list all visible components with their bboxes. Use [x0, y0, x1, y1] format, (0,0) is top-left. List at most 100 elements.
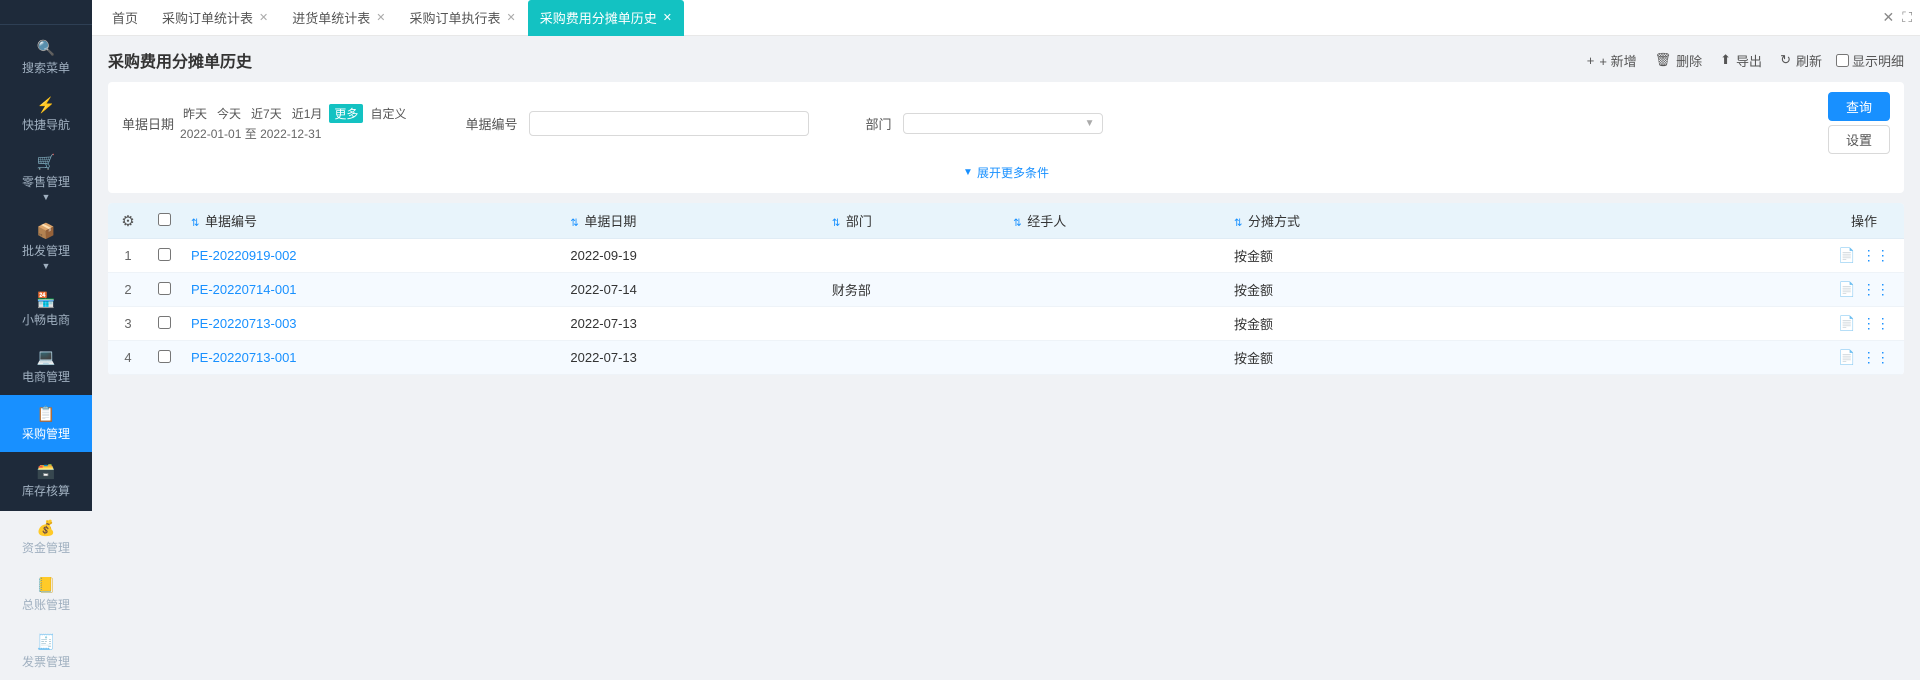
expand-more-btn[interactable]: ▼ 展开更多条件 — [122, 162, 1890, 183]
row-checkbox[interactable] — [158, 316, 171, 329]
tab-purchase-cost-history[interactable]: 采购费用分摊单历史 ✕ — [528, 0, 684, 36]
row-order-no: PE-20220919-002 — [181, 239, 560, 273]
row-checkbox-cell[interactable] — [148, 341, 181, 375]
row-order-no: PE-20220713-003 — [181, 307, 560, 341]
order-no-link[interactable]: PE-20220714-001 — [191, 282, 297, 297]
row-date: 2022-07-13 — [560, 307, 821, 341]
maximize-icon[interactable]: ⛶ — [1902, 9, 1912, 26]
invoice-icon: 🧾 — [37, 633, 56, 651]
row-num: 4 — [108, 341, 148, 375]
more-icon[interactable]: ⋮⋮ — [1862, 349, 1890, 366]
settings-col-icon[interactable]: ⚙ — [121, 213, 134, 230]
chevron-down-icon: ▼ — [1085, 118, 1095, 129]
row-order-no: PE-20220713-001 — [181, 341, 560, 375]
sidebar-item-mini-shop[interactable]: 🏪 小畅电商 — [0, 281, 92, 338]
tab-close-icon[interactable]: ✕ — [259, 11, 268, 24]
date-shortcuts: 昨天 今天 近7天 近1月 更多 自定义 — [180, 104, 409, 123]
col-split-method: ⇅ 分摊方式 — [1224, 203, 1824, 239]
row-date: 2022-09-19 — [560, 239, 821, 273]
row-checkbox-cell[interactable] — [148, 273, 181, 307]
sidebar-item-ledger[interactable]: 📒 总账管理 — [0, 566, 92, 623]
shortcut-yesterday[interactable]: 昨天 — [180, 104, 210, 123]
sidebar-item-retail[interactable]: 🛒 零售管理 ▼ — [0, 143, 92, 212]
tab-close-icon[interactable]: ✕ — [376, 11, 385, 24]
order-no-input[interactable] — [529, 111, 809, 136]
shortcut-more[interactable]: 更多 — [329, 104, 363, 123]
sort-icon: ⇅ — [570, 218, 578, 229]
more-icon[interactable]: ⋮⋮ — [1862, 315, 1890, 332]
sidebar-item-label: 快捷导航 — [22, 116, 70, 133]
tab-label: 采购订单统计表 — [162, 8, 253, 27]
sidebar-item-ecommerce[interactable]: 💻 电商管理 — [0, 338, 92, 395]
settings-button[interactable]: 设置 — [1828, 125, 1890, 154]
row-handler — [1003, 341, 1224, 375]
col-dept: ⇅ 部门 — [822, 203, 1003, 239]
tab-close-icon[interactable]: ✕ — [663, 11, 672, 24]
col-order-no-label: 单据编号 — [205, 214, 257, 229]
row-checkbox[interactable] — [158, 248, 171, 261]
col-handler-label: 经手人 — [1027, 214, 1066, 229]
tab-home[interactable]: 首页 — [100, 0, 150, 36]
sidebar-item-label: 零售管理 — [22, 173, 70, 190]
sidebar-item-purchase[interactable]: 📋 采购管理 — [0, 395, 92, 452]
sidebar-item-inventory[interactable]: 🗃️ 库存核算 — [0, 452, 92, 509]
view-icon[interactable]: 📄 — [1838, 247, 1855, 264]
order-no-link[interactable]: PE-20220713-003 — [191, 316, 297, 331]
shortcut-7days[interactable]: 近7天 — [248, 104, 285, 123]
page-title: 采购费用分摊单历史 — [108, 48, 252, 72]
delete-icon: 🗑 — [1655, 52, 1672, 68]
sidebar-logo — [0, 8, 92, 25]
order-no-link[interactable]: PE-20220713-001 — [191, 350, 297, 365]
shortcut-today[interactable]: 今天 — [214, 104, 244, 123]
row-checkbox-cell[interactable] — [148, 239, 181, 273]
date-range: 昨天 今天 近7天 近1月 更多 自定义 2022-01-01 至 2022-1… — [180, 104, 409, 142]
mini-shop-icon: 🏪 — [37, 291, 56, 309]
tab-purchase-order-exec[interactable]: 采购订单执行表 ✕ — [397, 0, 527, 36]
row-checkbox[interactable] — [158, 350, 171, 363]
finance-icon: 💰 — [37, 519, 56, 537]
shortcut-custom[interactable]: 自定义 — [367, 104, 409, 123]
query-button[interactable]: 查询 — [1828, 92, 1890, 121]
tab-close-icon[interactable]: ✕ — [507, 11, 516, 24]
show-cols-checkbox[interactable] — [1836, 54, 1849, 67]
sidebar-item-finance[interactable]: 💰 资金管理 — [0, 509, 92, 566]
shortcut-1month[interactable]: 近1月 — [289, 104, 326, 123]
more-icon[interactable]: ⋮⋮ — [1862, 247, 1890, 264]
inventory-icon: 🗃️ — [37, 462, 56, 480]
row-date: 2022-07-14 — [560, 273, 821, 307]
row-checkbox-cell[interactable] — [148, 307, 181, 341]
view-icon[interactable]: 📄 — [1838, 281, 1855, 298]
close-all-icon[interactable]: ✕ — [1882, 9, 1894, 26]
table-header-row: ⚙ ⇅ 单据编号 ⇅ 单据日期 — [108, 203, 1904, 239]
delete-button[interactable]: 🗑 删除 — [1651, 49, 1707, 72]
dept-select[interactable]: ▼ — [903, 113, 1103, 134]
sidebar-item-wholesale[interactable]: 📦 批发管理 ▼ — [0, 212, 92, 281]
view-icon[interactable]: 📄 — [1838, 349, 1855, 366]
tab-bar: 首页 采购订单统计表 ✕ 进货单统计表 ✕ 采购订单执行表 ✕ 采购费用分摊单历… — [92, 0, 1920, 36]
tab-inbound-stat[interactable]: 进货单统计表 ✕ — [280, 0, 397, 36]
row-num: 1 — [108, 239, 148, 273]
row-split-method: 按金额 — [1224, 341, 1824, 375]
col-checkbox[interactable] — [148, 203, 181, 239]
sidebar-item-quick-nav[interactable]: ⚡ 快捷导航 — [0, 86, 92, 143]
export-button[interactable]: ⬆ 导出 — [1716, 49, 1766, 72]
select-all-checkbox[interactable] — [158, 213, 171, 226]
add-button[interactable]: + + 新增 — [1583, 49, 1641, 72]
show-cols-toggle[interactable]: 显示明细 — [1836, 51, 1904, 70]
sidebar-item-invoice[interactable]: 🧾 发票管理 — [0, 623, 92, 680]
export-icon: ⬆ — [1720, 52, 1731, 68]
order-no-link[interactable]: PE-20220919-002 — [191, 248, 297, 263]
sort-icon: ⇅ — [1234, 218, 1242, 229]
col-order-no: ⇅ 单据编号 — [181, 203, 560, 239]
refresh-button[interactable]: ↻ 刷新 — [1776, 49, 1826, 72]
more-icon[interactable]: ⋮⋮ — [1862, 281, 1890, 298]
view-icon[interactable]: 📄 — [1838, 315, 1855, 332]
row-split-method: 按金额 — [1224, 307, 1824, 341]
tab-purchase-order-stat[interactable]: 采购订单统计表 ✕ — [150, 0, 280, 36]
col-actions: 操作 — [1824, 203, 1904, 239]
row-checkbox[interactable] — [158, 282, 171, 295]
row-actions: 📄 ⋮⋮ — [1824, 341, 1904, 375]
col-settings[interactable]: ⚙ — [108, 203, 148, 239]
sidebar-item-search[interactable]: 🔍 搜索菜单 — [0, 29, 92, 86]
table-row: 2 PE-20220714-001 2022-07-14 财务部 按金额 📄 ⋮… — [108, 273, 1904, 307]
